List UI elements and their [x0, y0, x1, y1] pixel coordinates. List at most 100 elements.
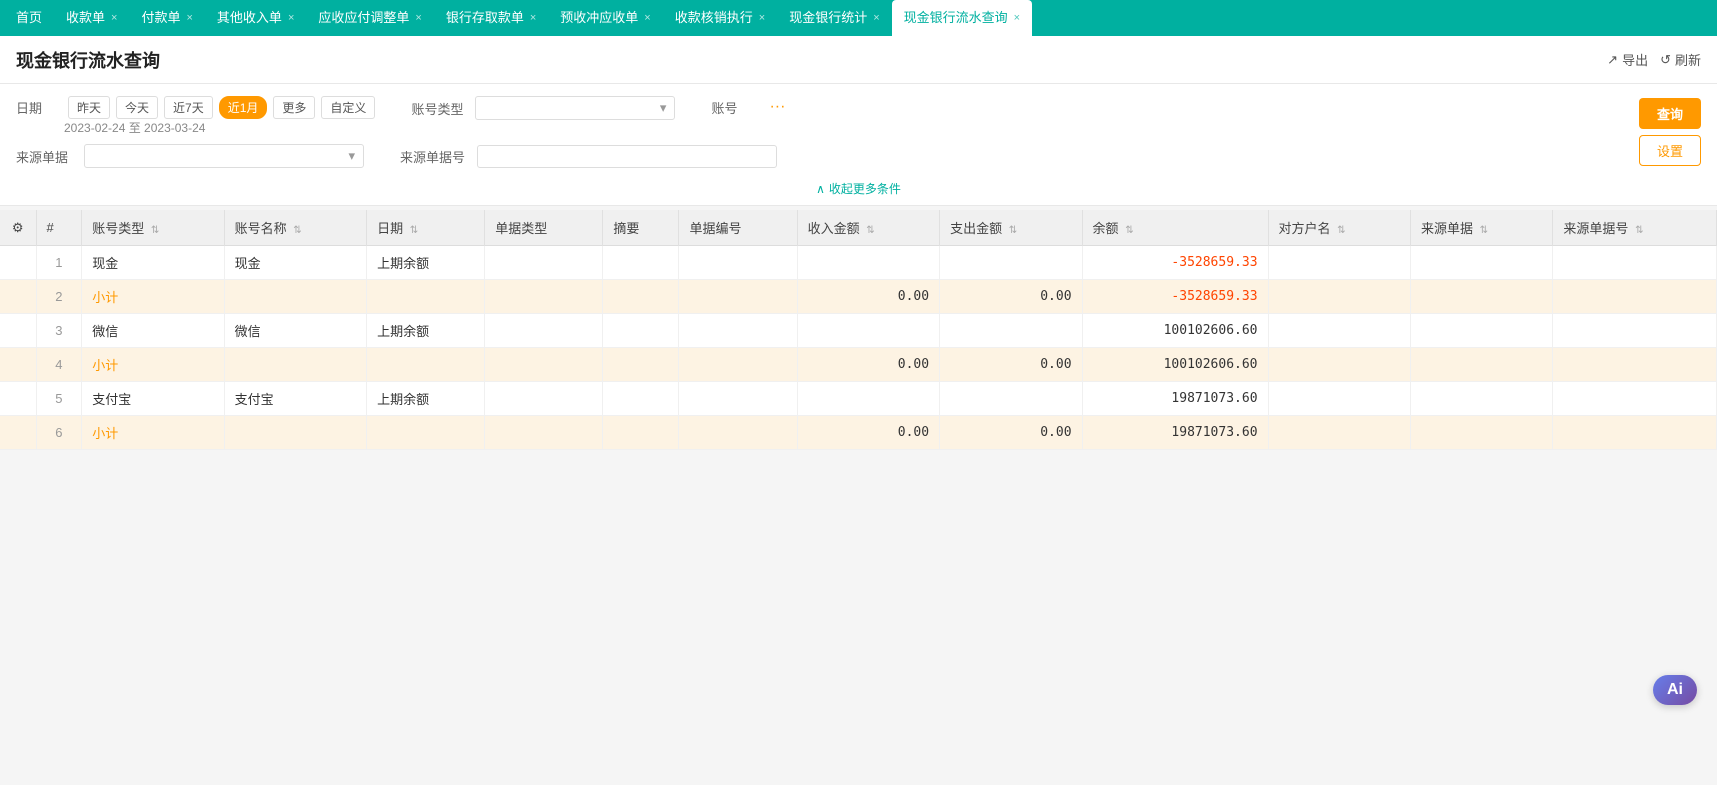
query-button[interactable]: 查询 [1639, 98, 1701, 129]
right-buttons: 查询 设置 [1639, 96, 1701, 166]
cell-settings [0, 416, 36, 450]
cell-doc-type [485, 246, 603, 280]
col-num: # [36, 210, 82, 246]
cell-source-doc-no [1553, 348, 1717, 382]
sort-icon: ⇅ [1635, 225, 1643, 236]
cell-doc-no [679, 246, 797, 280]
col-source-doc-no[interactable]: 来源单据号 ⇅ [1553, 210, 1717, 246]
sort-icon: ⇅ [866, 225, 874, 236]
export-icon: ↗ [1607, 52, 1618, 68]
cell-settings [0, 314, 36, 348]
ai-badge[interactable]: Ai [1653, 675, 1697, 705]
collapse-button[interactable]: ∧ 收起更多条件 [816, 180, 901, 197]
sort-icon: ⇅ [1125, 225, 1133, 236]
gear-icon[interactable]: ⚙ [12, 220, 24, 235]
header-actions: ↗ 导出 ↺ 刷新 [1607, 50, 1701, 69]
cell-counterpart [1268, 314, 1410, 348]
cell-doc-no [679, 382, 797, 416]
cell-doc-no [679, 416, 797, 450]
cell-counterpart [1268, 382, 1410, 416]
cell-num: 3 [36, 314, 82, 348]
cell-settings [0, 382, 36, 416]
cell-date: 上期余额 [367, 314, 485, 348]
cell-balance: 19871073.60 [1082, 416, 1268, 450]
cell-balance: -3528659.33 [1082, 280, 1268, 314]
source-doc-label: 来源单据 [16, 147, 72, 166]
cell-source-doc-no [1553, 382, 1717, 416]
cell-summary [603, 416, 679, 450]
cell-doc-type [485, 416, 603, 450]
nav-item-6[interactable]: 收款核销执行 × [663, 0, 777, 36]
col-expense[interactable]: 支出金额 ⇅ [940, 210, 1082, 246]
close-icon[interactable]: × [186, 0, 192, 36]
cell-num: 4 [36, 348, 82, 382]
nav-home[interactable]: 首页 [4, 0, 54, 36]
date-btn-more[interactable]: 更多 [273, 96, 315, 119]
collapse-icon: ∧ [816, 182, 825, 196]
close-icon[interactable]: × [644, 0, 650, 36]
cell-income: 0.00 [797, 348, 939, 382]
cell-summary [603, 314, 679, 348]
close-icon[interactable]: × [530, 0, 536, 36]
cell-summary [603, 382, 679, 416]
nav-item-4[interactable]: 银行存取款单 × [434, 0, 548, 36]
cell-doc-no [679, 348, 797, 382]
export-button[interactable]: ↗ 导出 [1607, 50, 1648, 69]
close-icon[interactable]: × [288, 0, 294, 36]
cell-counterpart [1268, 416, 1410, 450]
cell-source-doc-no [1553, 280, 1717, 314]
nav-item-8[interactable]: 现金银行流水查询 × [892, 0, 1032, 36]
close-icon[interactable]: × [111, 0, 117, 36]
account-label: 账号 [711, 98, 751, 117]
cell-summary [603, 348, 679, 382]
collapse-row: ∧ 收起更多条件 [16, 176, 1701, 197]
col-date[interactable]: 日期 ⇅ [367, 210, 485, 246]
cell-source-doc [1410, 416, 1552, 450]
cell-account-name [224, 280, 366, 314]
close-icon[interactable]: × [759, 0, 765, 36]
refresh-icon: ↺ [1660, 52, 1671, 68]
col-income[interactable]: 收入金额 ⇅ [797, 210, 939, 246]
col-settings[interactable]: ⚙ [0, 210, 36, 246]
cell-income [797, 246, 939, 280]
col-summary: 摘要 [603, 210, 679, 246]
cell-account-type: 小计 [82, 280, 224, 314]
cell-doc-type [485, 348, 603, 382]
col-source-doc[interactable]: 来源单据 ⇅ [1410, 210, 1552, 246]
sort-icon: ⇅ [151, 225, 159, 236]
nav-item-0[interactable]: 收款单 × [54, 0, 129, 36]
account-type-select[interactable]: ▾ [475, 96, 675, 120]
nav-item-7[interactable]: 现金银行统计 × [777, 0, 891, 36]
col-balance[interactable]: 余额 ⇅ [1082, 210, 1268, 246]
close-icon[interactable]: × [873, 0, 879, 36]
nav-item-2[interactable]: 其他收入单 × [205, 0, 306, 36]
refresh-button[interactable]: ↺ 刷新 [1660, 50, 1701, 69]
source-doc-no-label: 来源单据号 [400, 147, 465, 166]
nav-item-5[interactable]: 预收冲应收单 × [548, 0, 662, 36]
cell-num: 6 [36, 416, 82, 450]
cell-source-doc-no [1553, 246, 1717, 280]
close-icon[interactable]: × [415, 0, 421, 36]
nav-item-1[interactable]: 付款单 × [129, 0, 204, 36]
source-doc-select[interactable]: ▾ [84, 144, 364, 168]
col-counterpart[interactable]: 对方户名 ⇅ [1268, 210, 1410, 246]
filter-area: 日期 昨天 今天 近7天 近1月 更多 自定义 2023-02-24 至 202… [0, 84, 1717, 206]
account-type-label: 账号类型 [411, 99, 463, 118]
col-account-type[interactable]: 账号类型 ⇅ [82, 210, 224, 246]
close-icon[interactable]: × [1014, 0, 1020, 36]
account-ellipsis-btn[interactable]: ··· [763, 96, 791, 118]
table-row: 2 小计 0.00 0.00 -3528659.33 [0, 280, 1717, 314]
col-account-name[interactable]: 账号名称 ⇅ [224, 210, 366, 246]
source-doc-no-input[interactable] [477, 145, 777, 168]
nav-item-3[interactable]: 应收应付调整单 × [306, 0, 433, 36]
date-btn-today[interactable]: 今天 [116, 96, 158, 119]
cell-balance: -3528659.33 [1082, 246, 1268, 280]
date-btn-custom[interactable]: 自定义 [321, 96, 375, 119]
date-btn-1month[interactable]: 近1月 [219, 96, 268, 119]
cell-account-type: 支付宝 [82, 382, 224, 416]
cell-doc-type [485, 382, 603, 416]
settings-button[interactable]: 设置 [1639, 135, 1701, 166]
date-btn-7days[interactable]: 近7天 [164, 96, 213, 119]
table-container: ⚙ # 账号类型 ⇅ 账号名称 ⇅ 日期 ⇅ 单据类型 [0, 210, 1717, 450]
date-btn-yesterday[interactable]: 昨天 [68, 96, 110, 119]
